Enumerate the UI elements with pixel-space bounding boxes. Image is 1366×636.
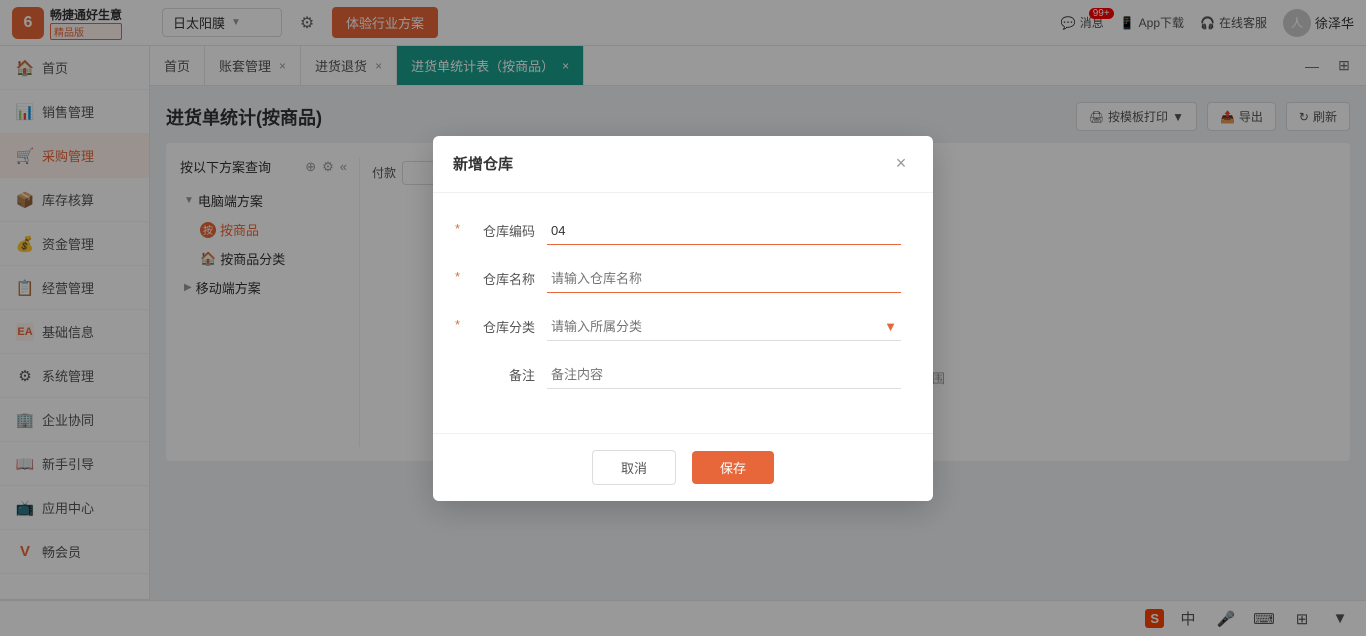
form-row-note: 备注 (465, 361, 901, 389)
save-button[interactable]: 保存 (692, 451, 774, 484)
modal-close-button[interactable]: × (889, 152, 913, 176)
form-row-category: 仓库分类 ▼ (465, 313, 901, 341)
form-row-name: 仓库名称 (465, 265, 901, 293)
note-input[interactable] (547, 361, 901, 389)
code-label: 仓库编码 (465, 221, 535, 240)
modal-header: 新增仓库 × (433, 136, 933, 193)
code-input[interactable] (547, 217, 901, 245)
modal-footer: 取消 保存 (433, 433, 933, 501)
new-warehouse-modal: 新增仓库 × 仓库编码 仓库名称 仓库分类 ▼ (433, 136, 933, 501)
name-label: 仓库名称 (465, 269, 535, 288)
cancel-button[interactable]: 取消 (592, 450, 676, 485)
modal-overlay[interactable]: 新增仓库 × 仓库编码 仓库名称 仓库分类 ▼ (0, 0, 1366, 636)
name-input[interactable] (547, 265, 901, 293)
category-select-wrap: ▼ (547, 313, 901, 341)
note-label: 备注 (465, 365, 535, 384)
form-row-code: 仓库编码 (465, 217, 901, 245)
category-input[interactable] (551, 319, 884, 334)
category-dropdown-icon: ▼ (884, 319, 897, 334)
modal-title: 新增仓库 (453, 153, 513, 174)
category-label: 仓库分类 (465, 317, 535, 336)
modal-body: 仓库编码 仓库名称 仓库分类 ▼ 备注 (433, 193, 933, 433)
